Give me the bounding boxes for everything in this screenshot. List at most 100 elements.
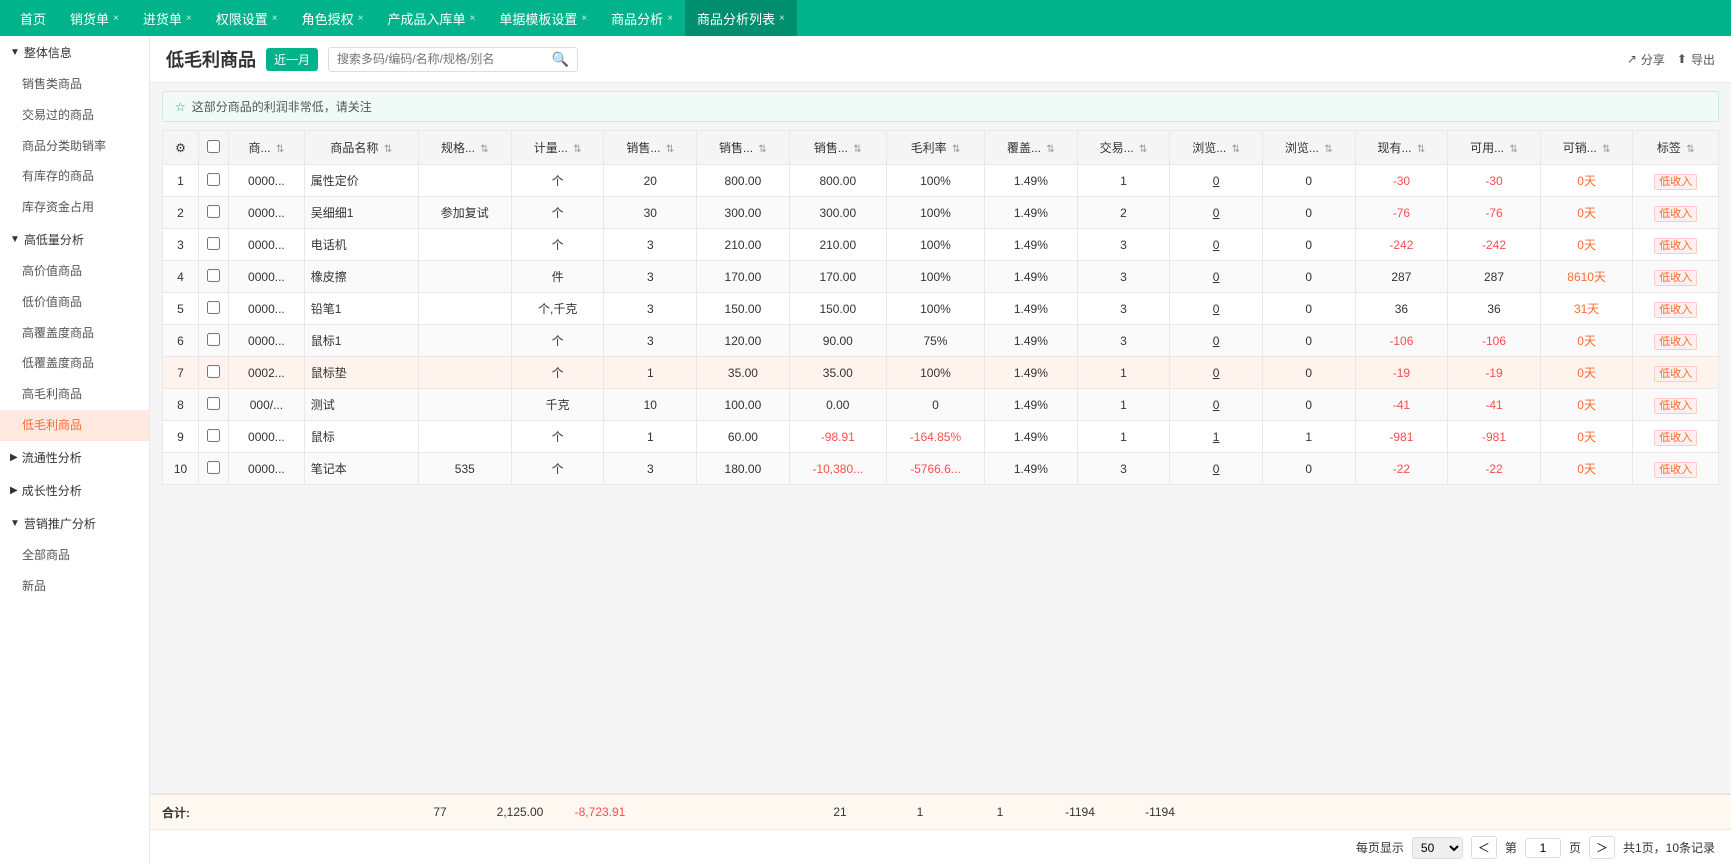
sidebar-item-traded-goods[interactable]: 交易过的商品 xyxy=(0,100,149,131)
row-view1[interactable]: 0 xyxy=(1170,261,1263,293)
row-checkbox-cell[interactable] xyxy=(199,421,229,453)
row-checkbox[interactable] xyxy=(207,461,220,474)
row-view1[interactable]: 0 xyxy=(1170,165,1263,197)
row-checkbox[interactable] xyxy=(207,429,220,442)
row-view1[interactable]: 0 xyxy=(1170,325,1263,357)
close-icon[interactable]: × xyxy=(581,13,587,24)
row-checkbox[interactable] xyxy=(207,301,220,314)
trade-count-column-header[interactable]: 交易... ⇅ xyxy=(1077,131,1170,165)
table-body: 1 0000... 属性定价 个 20 800.00 800.00 100% 1… xyxy=(163,165,1719,485)
row-checkbox-cell[interactable] xyxy=(199,229,229,261)
row-checkbox-cell[interactable] xyxy=(199,357,229,389)
row-view1[interactable]: 0 xyxy=(1170,453,1263,485)
sellable-days-column-header[interactable]: 可销... ⇅ xyxy=(1540,131,1633,165)
sales-amount-column-header[interactable]: 销售... ⇅ xyxy=(789,131,886,165)
row-checkbox-cell[interactable] xyxy=(199,453,229,485)
sidebar-item-low-margin[interactable]: 低毛利商品 xyxy=(0,410,149,441)
row-view1[interactable]: 1 xyxy=(1170,421,1263,453)
sidebar-item-sales-goods[interactable]: 销售类商品 xyxy=(0,69,149,100)
search-input[interactable] xyxy=(337,52,552,66)
gross-margin-column-header[interactable]: 毛利率 ⇅ xyxy=(886,131,984,165)
sidebar-item-high-margin[interactable]: 高毛利商品 xyxy=(0,379,149,410)
sidebar-item-low-coverage[interactable]: 低覆盖度商品 xyxy=(0,348,149,379)
footer-current-stock: -1194 xyxy=(1040,803,1120,821)
close-icon[interactable]: × xyxy=(779,13,785,24)
sidebar-item-new-goods[interactable]: 新品 xyxy=(0,571,149,602)
sidebar-item-low-value[interactable]: 低价值商品 xyxy=(0,287,149,318)
nav-home[interactable]: 首页 xyxy=(8,0,58,36)
sidebar-group-high-low[interactable]: ▼ 高低量分析 xyxy=(0,223,149,256)
select-all-checkbox[interactable] xyxy=(207,140,220,153)
nav-permissions[interactable]: 权限设置 × xyxy=(204,0,290,36)
row-view1[interactable]: 0 xyxy=(1170,229,1263,261)
page-number-input[interactable] xyxy=(1525,838,1561,858)
close-icon[interactable]: × xyxy=(358,13,364,24)
sidebar-item-category-rate[interactable]: 商品分类助销率 xyxy=(0,131,149,162)
sidebar-item-high-coverage[interactable]: 高覆盖度商品 xyxy=(0,318,149,349)
nav-product-analysis[interactable]: 商品分析 × xyxy=(599,0,685,36)
row-checkbox[interactable] xyxy=(207,333,220,346)
row-checkbox-cell[interactable] xyxy=(199,165,229,197)
row-view2: 0 xyxy=(1262,357,1355,389)
nav-purchase-order[interactable]: 进货单 × xyxy=(131,0,204,36)
row-checkbox-cell[interactable] xyxy=(199,197,229,229)
sales-price-column-header[interactable]: 销售... ⇅ xyxy=(697,131,790,165)
coverage-column-header[interactable]: 覆盖... ⇅ xyxy=(985,131,1078,165)
row-spec xyxy=(418,357,511,389)
view1-column-header[interactable]: 浏览... ⇅ xyxy=(1170,131,1263,165)
export-button[interactable]: ⬆ 导出 xyxy=(1677,51,1715,68)
row-view1[interactable]: 0 xyxy=(1170,389,1263,421)
available-stock-column-header[interactable]: 可用... ⇅ xyxy=(1448,131,1541,165)
row-checkbox[interactable] xyxy=(207,397,220,410)
spec-column-header[interactable]: 规格... ⇅ xyxy=(418,131,511,165)
search-icon[interactable]: 🔍 xyxy=(552,51,569,68)
table-container[interactable]: ⚙ 商... ⇅ 商品名称 ⇅ 规格... ⇅ 计量... ⇅ 销售... ⇅ … xyxy=(150,130,1731,793)
unit-column-header[interactable]: 计量... ⇅ xyxy=(511,131,604,165)
code-column-header[interactable]: 商... ⇅ xyxy=(229,131,305,165)
close-icon[interactable]: × xyxy=(113,13,119,24)
row-checkbox-cell[interactable] xyxy=(199,293,229,325)
settings-column-header[interactable]: ⚙ xyxy=(163,131,199,165)
row-checkbox-cell[interactable] xyxy=(199,325,229,357)
sidebar-group-circulation[interactable]: ▶ 流通性分析 xyxy=(0,441,149,474)
row-checkbox[interactable] xyxy=(207,173,220,186)
sales-qty-column-header[interactable]: 销售... ⇅ xyxy=(604,131,697,165)
sidebar-group-marketing[interactable]: ▼ 营销推广分析 xyxy=(0,507,149,540)
next-page-button[interactable]: ＞ xyxy=(1589,836,1615,859)
row-checkbox-cell[interactable] xyxy=(199,389,229,421)
row-checkbox[interactable] xyxy=(207,237,220,250)
row-view1[interactable]: 0 xyxy=(1170,293,1263,325)
tag-column-header[interactable]: 标签 ⇅ xyxy=(1633,131,1719,165)
row-checkbox-cell[interactable] xyxy=(199,261,229,293)
row-checkbox[interactable] xyxy=(207,269,220,282)
nav-role-auth[interactable]: 角色授权 × xyxy=(290,0,376,36)
sidebar-group-growth[interactable]: ▶ 成长性分析 xyxy=(0,474,149,507)
sidebar-group-overall[interactable]: ▼ 整体信息 xyxy=(0,36,149,69)
nav-template-settings[interactable]: 单据模板设置 × xyxy=(487,0,599,36)
row-checkbox[interactable] xyxy=(207,365,220,378)
close-icon[interactable]: × xyxy=(469,13,475,24)
share-button[interactable]: ↗ 分享 xyxy=(1627,51,1665,68)
sidebar-item-capital[interactable]: 库存资金占用 xyxy=(0,192,149,223)
row-number: 7 xyxy=(163,357,199,389)
table-header-row: ⚙ 商... ⇅ 商品名称 ⇅ 规格... ⇅ 计量... ⇅ 销售... ⇅ … xyxy=(163,131,1719,165)
prev-page-button[interactable]: ＜ xyxy=(1471,836,1497,859)
page-size-select[interactable]: 50 100 200 xyxy=(1412,837,1463,859)
close-icon[interactable]: × xyxy=(667,13,673,24)
sidebar-item-high-value[interactable]: 高价值商品 xyxy=(0,256,149,287)
close-icon[interactable]: × xyxy=(186,13,192,24)
row-checkbox[interactable] xyxy=(207,205,220,218)
row-view1[interactable]: 0 xyxy=(1170,357,1263,389)
date-filter-button[interactable]: 近一月 xyxy=(266,48,318,71)
current-stock-column-header[interactable]: 现有... ⇅ xyxy=(1355,131,1448,165)
nav-sales-order[interactable]: 销货单 × xyxy=(58,0,131,36)
close-icon[interactable]: × xyxy=(272,13,278,24)
nav-product-analysis-list[interactable]: 商品分析列表 × xyxy=(685,0,797,36)
row-view1[interactable]: 0 xyxy=(1170,197,1263,229)
name-column-header[interactable]: 商品名称 ⇅ xyxy=(304,131,418,165)
view2-column-header[interactable]: 浏览... ⇅ xyxy=(1262,131,1355,165)
select-all-header[interactable] xyxy=(199,131,229,165)
sidebar-item-all-goods[interactable]: 全部商品 xyxy=(0,540,149,571)
sidebar-item-stock-goods[interactable]: 有库存的商品 xyxy=(0,161,149,192)
nav-product-entry[interactable]: 产成品入库单 × xyxy=(375,0,487,36)
